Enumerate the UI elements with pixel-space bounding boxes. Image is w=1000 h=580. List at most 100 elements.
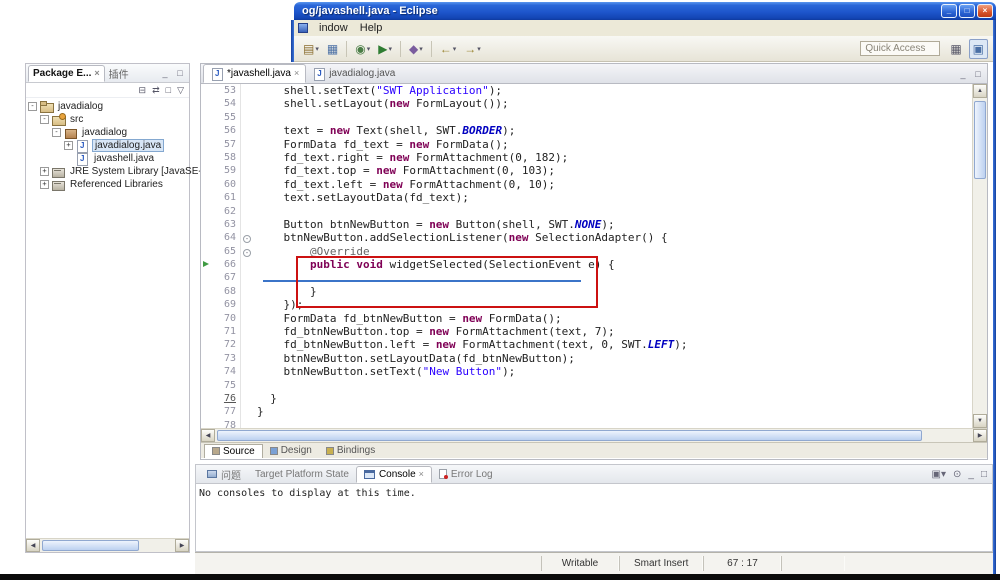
tab-design[interactable]: Design <box>263 444 319 457</box>
fold-ruler[interactable] <box>241 325 253 338</box>
scroll-track[interactable] <box>973 98 987 414</box>
scroll-thumb[interactable] <box>42 540 139 551</box>
fold-collapse-icon[interactable] <box>243 249 251 257</box>
scroll-thumb[interactable] <box>974 101 986 179</box>
fold-ruler[interactable] <box>241 379 253 392</box>
fold-ruler[interactable] <box>241 178 253 191</box>
fold-ruler[interactable] <box>241 124 253 137</box>
code-line-64[interactable]: 64 btnNewButton.addSelectionListener(new… <box>201 231 972 244</box>
annotation-ruler[interactable] <box>201 151 211 164</box>
run-button[interactable]: ▶▾ <box>374 39 396 59</box>
code-line-78[interactable]: 78 <box>201 419 972 428</box>
annotation-ruler[interactable] <box>201 245 211 258</box>
line-number[interactable]: 58 <box>211 151 241 164</box>
open-perspective-button[interactable]: ▦ <box>946 39 965 59</box>
annotation-ruler[interactable] <box>201 379 211 392</box>
annotation-ruler[interactable] <box>201 111 211 124</box>
line-number[interactable]: 61 <box>211 191 241 204</box>
line-number[interactable]: 60 <box>211 178 241 191</box>
expander-icon[interactable]: - <box>40 115 49 124</box>
fold-ruler[interactable] <box>241 271 253 284</box>
fold-ruler[interactable] <box>241 164 253 177</box>
code-line-71[interactable]: 71 fd_btnNewButton.top = new FormAttachm… <box>201 325 972 338</box>
line-number[interactable]: 63 <box>211 218 241 231</box>
view-tab-package-e[interactable]: Package E... <box>28 65 105 82</box>
scroll-track[interactable] <box>215 429 973 442</box>
tree-item-javashell-java-4[interactable]: javashell.java <box>26 152 189 165</box>
tree-item-referenced-libraries-6[interactable]: +Referenced Libraries <box>26 178 189 191</box>
fold-ruler[interactable] <box>241 231 253 244</box>
annotation-ruler[interactable] <box>201 138 211 151</box>
code-line-74[interactable]: 74 btnNewButton.setText("New Button"); <box>201 365 972 378</box>
code-line-55[interactable]: 55 <box>201 111 972 124</box>
menu-item-indow[interactable]: indow <box>313 22 354 34</box>
console-tab-error-log[interactable]: Error Log <box>432 467 500 482</box>
code-line-56[interactable]: 56 text = new Text(shell, SWT.BORDER); <box>201 124 972 137</box>
editor-tab-javadialog-java[interactable]: javadialog.java <box>306 64 401 83</box>
fold-ruler[interactable] <box>241 191 253 204</box>
pin-console-icon[interactable]: ⊙ <box>953 469 961 480</box>
line-number[interactable]: 78 <box>211 419 241 428</box>
line-number[interactable]: 64 <box>211 231 241 244</box>
annotation-ruler[interactable] <box>201 325 211 338</box>
debug-button[interactable]: ◉▾ <box>351 39 374 59</box>
fold-ruler[interactable] <box>241 419 253 428</box>
fold-ruler[interactable] <box>241 285 253 298</box>
line-number[interactable]: 71 <box>211 325 241 338</box>
annotation-ruler[interactable] <box>201 164 211 177</box>
fold-ruler[interactable] <box>241 218 253 231</box>
java-perspective-button[interactable]: ▣ <box>969 39 988 59</box>
view-menu-icon[interactable]: ▽ <box>177 86 184 95</box>
code-line-63[interactable]: 63 Button btnNewButton = new Button(shel… <box>201 218 972 231</box>
fold-ruler[interactable] <box>241 365 253 378</box>
code-line-60[interactable]: 60 fd_text.left = new FormAttachment(0, … <box>201 178 972 191</box>
open-console-icon[interactable]: ▣▾ <box>932 469 946 480</box>
annotation-ruler[interactable] <box>201 392 211 405</box>
tree-item-javadialog-0[interactable]: -javadialog <box>26 100 189 113</box>
line-number[interactable]: 62 <box>211 205 241 218</box>
line-number[interactable]: 59 <box>211 164 241 177</box>
line-number[interactable]: 55 <box>211 111 241 124</box>
annotation-ruler[interactable] <box>201 218 211 231</box>
annotation-ruler[interactable] <box>201 231 211 244</box>
annotation-ruler[interactable] <box>201 405 211 418</box>
line-number[interactable]: 75 <box>211 379 241 392</box>
annotation-ruler[interactable] <box>201 258 211 271</box>
scroll-track[interactable] <box>40 539 175 552</box>
fold-ruler[interactable] <box>241 111 253 124</box>
annotation-ruler[interactable] <box>201 124 211 137</box>
scroll-left-icon[interactable]: ◀ <box>26 539 40 552</box>
maximize-button[interactable]: □ <box>959 4 975 18</box>
line-number[interactable]: 65 <box>211 245 241 258</box>
forward-button[interactable]: →▾ <box>460 39 485 59</box>
expander-icon[interactable]: - <box>52 128 61 137</box>
scroll-left-icon[interactable]: ◀ <box>201 429 215 442</box>
expander-icon[interactable]: - <box>28 102 37 111</box>
link-with-editor-icon[interactable]: ⇄ <box>152 86 160 95</box>
close-icon[interactable] <box>294 69 299 78</box>
quick-access-input[interactable] <box>860 41 940 56</box>
line-number[interactable]: 72 <box>211 338 241 351</box>
code-line-72[interactable]: 72 fd_btnNewButton.left = new FormAttach… <box>201 338 972 351</box>
annotation-ruler[interactable] <box>201 338 211 351</box>
line-number[interactable]: 74 <box>211 365 241 378</box>
annotation-ruler[interactable] <box>201 352 211 365</box>
expander-icon[interactable]: + <box>40 167 49 176</box>
annotation-ruler[interactable] <box>201 271 211 284</box>
maximize-view-icon[interactable]: □ <box>972 69 984 79</box>
scroll-up-icon[interactable]: ▲ <box>973 84 987 98</box>
annotation-ruler[interactable] <box>201 285 211 298</box>
fold-ruler[interactable] <box>241 205 253 218</box>
new-wizard-button[interactable]: ▤▾ <box>299 39 323 59</box>
annotation-ruler[interactable] <box>201 419 211 428</box>
annotation-ruler[interactable] <box>201 97 211 110</box>
maximize-view-icon[interactable]: □ <box>981 469 987 480</box>
fold-ruler[interactable] <box>241 258 253 271</box>
code-line-54[interactable]: 54 shell.setLayout(new FormLayout()); <box>201 97 972 110</box>
annotation-ruler[interactable] <box>201 191 211 204</box>
scroll-right-icon[interactable]: ▶ <box>175 539 189 552</box>
code-line-58[interactable]: 58 fd_text.right = new FormAttachment(0,… <box>201 151 972 164</box>
annotation-ruler[interactable] <box>201 205 211 218</box>
minimize-view-icon[interactable]: _ <box>159 68 171 78</box>
tree-item-javadialog-java-3[interactable]: +javadialog.java <box>26 139 189 152</box>
